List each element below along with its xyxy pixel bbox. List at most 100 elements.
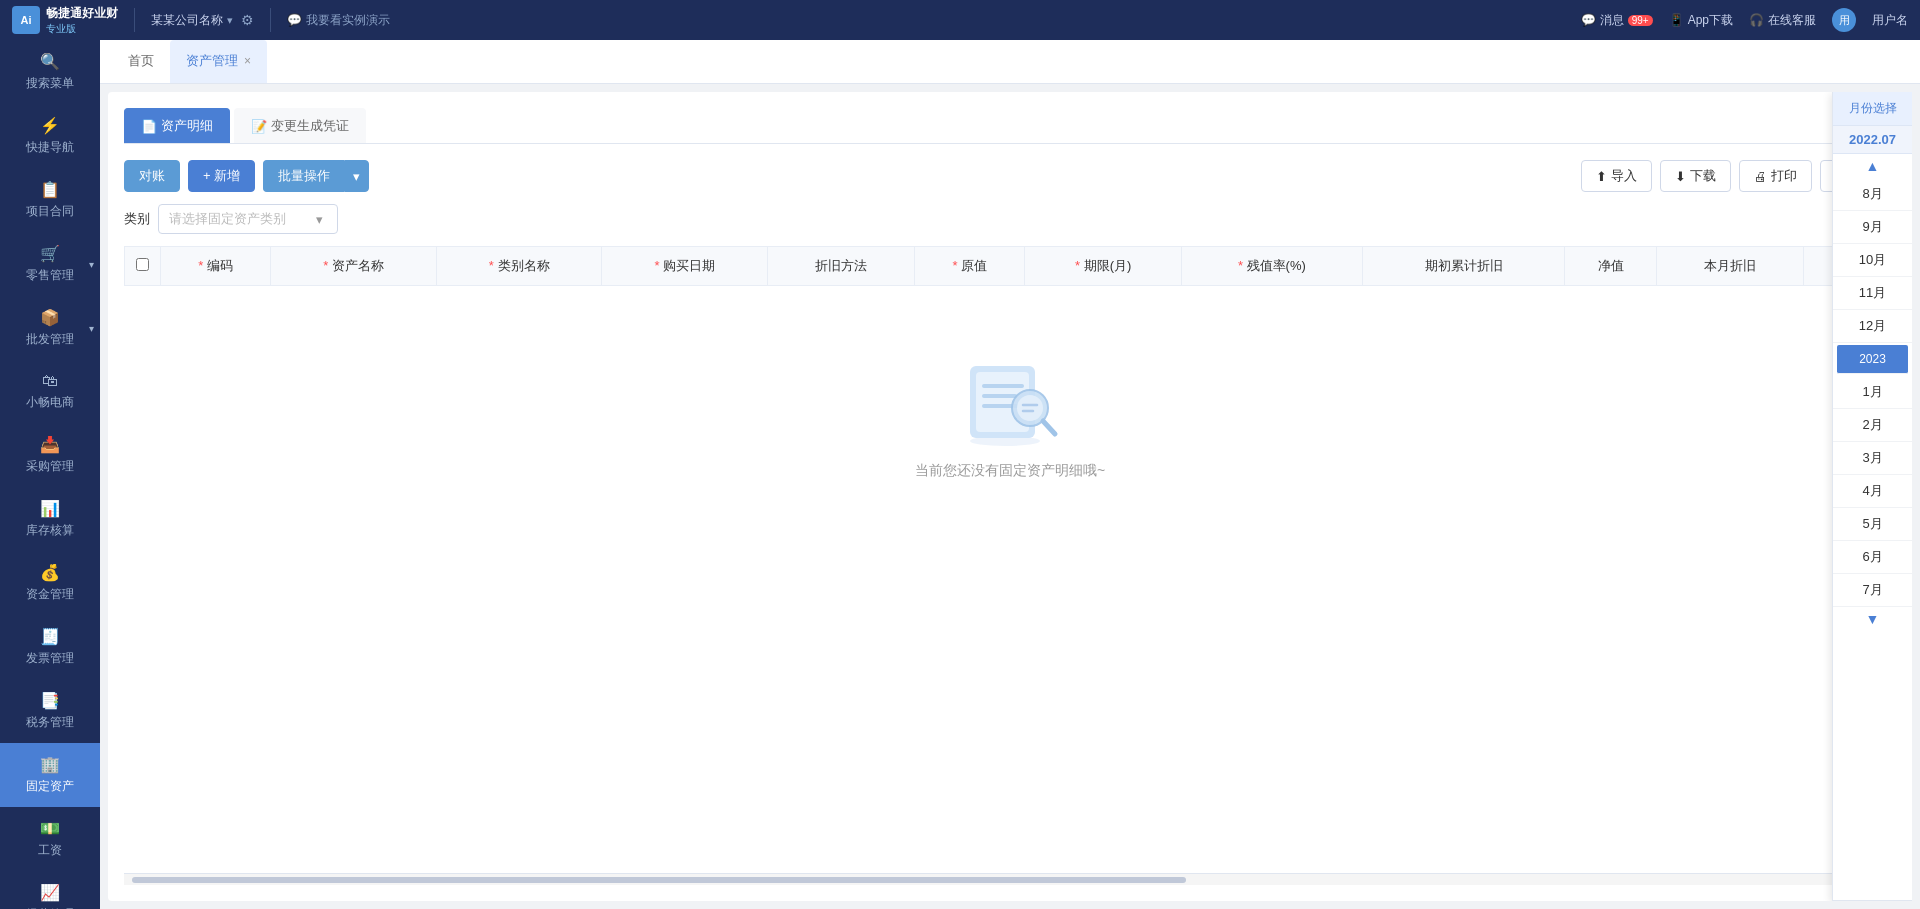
- app-name-block: 畅捷通好业财 专业版: [46, 5, 118, 36]
- month-nav-up[interactable]: ▲: [1833, 154, 1912, 178]
- company-name: 某某公司名称: [151, 12, 223, 29]
- selected-month-display: 2022.07: [1833, 126, 1912, 154]
- import-label: 导入: [1611, 167, 1637, 185]
- scroll-thumb: [132, 877, 1186, 883]
- month-panel-header: 月份选择: [1833, 92, 1912, 126]
- nav-up-icon[interactable]: ▲: [1866, 158, 1880, 174]
- sidebar-label-invoice: 发票管理: [26, 650, 74, 667]
- bottom-scroll[interactable]: [124, 873, 1896, 885]
- month-item-apr[interactable]: 4月: [1833, 475, 1912, 508]
- month-item-jan[interactable]: 1月: [1833, 376, 1912, 409]
- table-header-name: * 资产名称: [271, 247, 437, 286]
- wholesale-arrow-icon: ▾: [89, 323, 94, 334]
- download-button[interactable]: ⬇ 下载: [1660, 160, 1731, 192]
- sub-tab-change-voucher[interactable]: 📝 变更生成凭证: [234, 108, 366, 143]
- month-item-sep[interactable]: 9月: [1833, 211, 1912, 244]
- month-nav-down[interactable]: ▼: [1833, 607, 1912, 631]
- app-name: 畅捷通好业财: [46, 5, 118, 22]
- table-wrapper: * 编码 * 资产名称 * 类别名称 * 购买日期 折旧方法 * 原值 * 期限…: [124, 246, 1896, 873]
- sidebar-item-inventory[interactable]: 📊 库存核算: [0, 487, 100, 551]
- batch-ops-button[interactable]: 批量操作: [263, 160, 344, 192]
- month-item-feb[interactable]: 2月: [1833, 409, 1912, 442]
- month-item-jul[interactable]: 7月: [1833, 574, 1912, 607]
- month-item-jun[interactable]: 6月: [1833, 541, 1912, 574]
- tab-asset-label: 资产管理: [186, 52, 238, 70]
- sidebar-item-retail-mgmt[interactable]: 🛒 零售管理 ▾: [0, 232, 100, 296]
- month-item-mar[interactable]: 3月: [1833, 442, 1912, 475]
- month-item-aug[interactable]: 8月: [1833, 178, 1912, 211]
- select-all-checkbox[interactable]: [136, 258, 149, 271]
- top-bar-right: 💬 消息 99+ 📱 App下载 🎧 在线客服 用 用户名: [1581, 8, 1908, 32]
- table-header-code: * 编码: [161, 247, 271, 286]
- sidebar-item-wholesale-mgmt[interactable]: 📦 批发管理 ▾: [0, 296, 100, 360]
- retail-arrow-icon: ▾: [89, 259, 94, 270]
- app-download-item[interactable]: 📱 App下载: [1669, 12, 1733, 29]
- batch-ops-arrow-button[interactable]: ▾: [344, 160, 369, 192]
- tab-asset-management[interactable]: 资产管理 ×: [170, 40, 267, 83]
- month-item-oct[interactable]: 10月: [1833, 244, 1912, 277]
- month-item-nov[interactable]: 11月: [1833, 277, 1912, 310]
- user-name: 用户名: [1872, 12, 1908, 29]
- batch-ops-label: 批量操作: [278, 167, 330, 185]
- settings-icon[interactable]: ⚙: [241, 12, 254, 28]
- company-dropdown[interactable]: 某某公司名称 ▾: [151, 12, 233, 29]
- inventory-icon: 📊: [40, 499, 60, 518]
- empty-message: 当前您还没有固定资产明细哦~: [915, 462, 1105, 480]
- month-panel: 月份选择 2022.07 ▲ 8月 9月 10月 11月 12月 2023 1月…: [1832, 92, 1912, 901]
- user-avatar[interactable]: 用: [1832, 8, 1856, 32]
- sidebar-label-quick-nav: 快捷导航: [26, 139, 74, 156]
- svg-point-7: [1017, 395, 1043, 421]
- invoice-icon: 🧾: [40, 627, 60, 646]
- divider: [134, 8, 135, 32]
- headset-icon: 🎧: [1749, 13, 1764, 27]
- add-new-button[interactable]: + 新增: [188, 160, 255, 192]
- asset-table: * 编码 * 资产名称 * 类别名称 * 购买日期 折旧方法 * 原值 * 期限…: [124, 246, 1896, 540]
- category-filter-select[interactable]: 请选择固定资产类别 ▾: [158, 204, 338, 234]
- import-icon: ⬆: [1596, 169, 1607, 184]
- operations-icon: 📈: [40, 883, 60, 902]
- sidebar-item-payroll[interactable]: 💵 工资: [0, 807, 100, 871]
- toolbar: 对账 + 新增 批量操作 ▾ ⬆: [124, 160, 1896, 192]
- sub-tab-change-label: 变更生成凭证: [271, 117, 349, 135]
- sidebar-item-fixed-assets[interactable]: 🏢 固定资产: [0, 743, 100, 807]
- sidebar-label-ecommerce: 小畅电商: [26, 394, 74, 411]
- tab-close-icon[interactable]: ×: [244, 54, 251, 68]
- reconcile-label: 对账: [139, 167, 165, 185]
- main-layout: 🔍 搜索菜单 ⚡ 快捷导航 📋 项目合同 🛒 零售管理 ▾ 📦 批发管理 ▾ 🛍…: [0, 40, 1920, 909]
- empty-row: 当前您还没有固定资产明细哦~: [125, 286, 1896, 541]
- top-bar-left: Ai 畅捷通好业财 专业版 某某公司名称 ▾ ⚙ 💬 我要看实例演示: [12, 5, 390, 36]
- sidebar-label-tax: 税务管理: [26, 714, 74, 731]
- nav-down-icon[interactable]: ▼: [1866, 611, 1880, 627]
- table-header: * 编码 * 资产名称 * 类别名称 * 购买日期 折旧方法 * 原值 * 期限…: [125, 247, 1896, 286]
- reconcile-button[interactable]: 对账: [124, 160, 180, 192]
- sidebar-item-project-contract[interactable]: 📋 项目合同: [0, 168, 100, 232]
- sidebar-item-quick-nav[interactable]: ⚡ 快捷导航: [0, 104, 100, 168]
- online-service-item[interactable]: 🎧 在线客服: [1749, 12, 1816, 29]
- import-button[interactable]: ⬆ 导入: [1581, 160, 1652, 192]
- sidebar-item-mini-ecommerce[interactable]: 🛍 小畅电商: [0, 360, 100, 423]
- tab-home[interactable]: 首页: [112, 40, 170, 83]
- sidebar-item-operations-mgmt[interactable]: 📈 经营管理: [0, 871, 100, 909]
- sidebar-item-invoice-mgmt[interactable]: 🧾 发票管理: [0, 615, 100, 679]
- category-filter-label: 类别: [124, 210, 150, 228]
- svg-rect-3: [982, 384, 1024, 388]
- print-button[interactable]: 🖨 打印: [1739, 160, 1812, 192]
- app-download-label: App下载: [1688, 12, 1733, 29]
- batch-ops-arrow-icon: ▾: [353, 169, 360, 184]
- sidebar-label-fixed-assets: 固定资产: [26, 778, 74, 795]
- sidebar-item-tax-mgmt[interactable]: 📑 税务管理: [0, 679, 100, 743]
- sub-tab-detail[interactable]: 📄 资产明细: [124, 108, 230, 143]
- print-icon: 🖨: [1754, 169, 1767, 184]
- table-header-purchase-date: * 购买日期: [602, 247, 768, 286]
- demo-link[interactable]: 💬 我要看实例演示: [287, 12, 390, 29]
- sidebar-item-fund-mgmt[interactable]: 💰 资金管理: [0, 551, 100, 615]
- sidebar-item-search-menu[interactable]: 🔍 搜索菜单: [0, 40, 100, 104]
- tab-bar: 首页 资产管理 ×: [100, 40, 1920, 84]
- tab-home-label: 首页: [128, 52, 154, 70]
- sidebar-label-wholesale: 批发管理: [26, 331, 74, 348]
- month-item-may[interactable]: 5月: [1833, 508, 1912, 541]
- demo-link-text: 我要看实例演示: [306, 12, 390, 29]
- month-item-dec[interactable]: 12月: [1833, 310, 1912, 343]
- message-item[interactable]: 💬 消息 99+: [1581, 12, 1653, 29]
- sidebar-item-purchase-mgmt[interactable]: 📥 采购管理: [0, 423, 100, 487]
